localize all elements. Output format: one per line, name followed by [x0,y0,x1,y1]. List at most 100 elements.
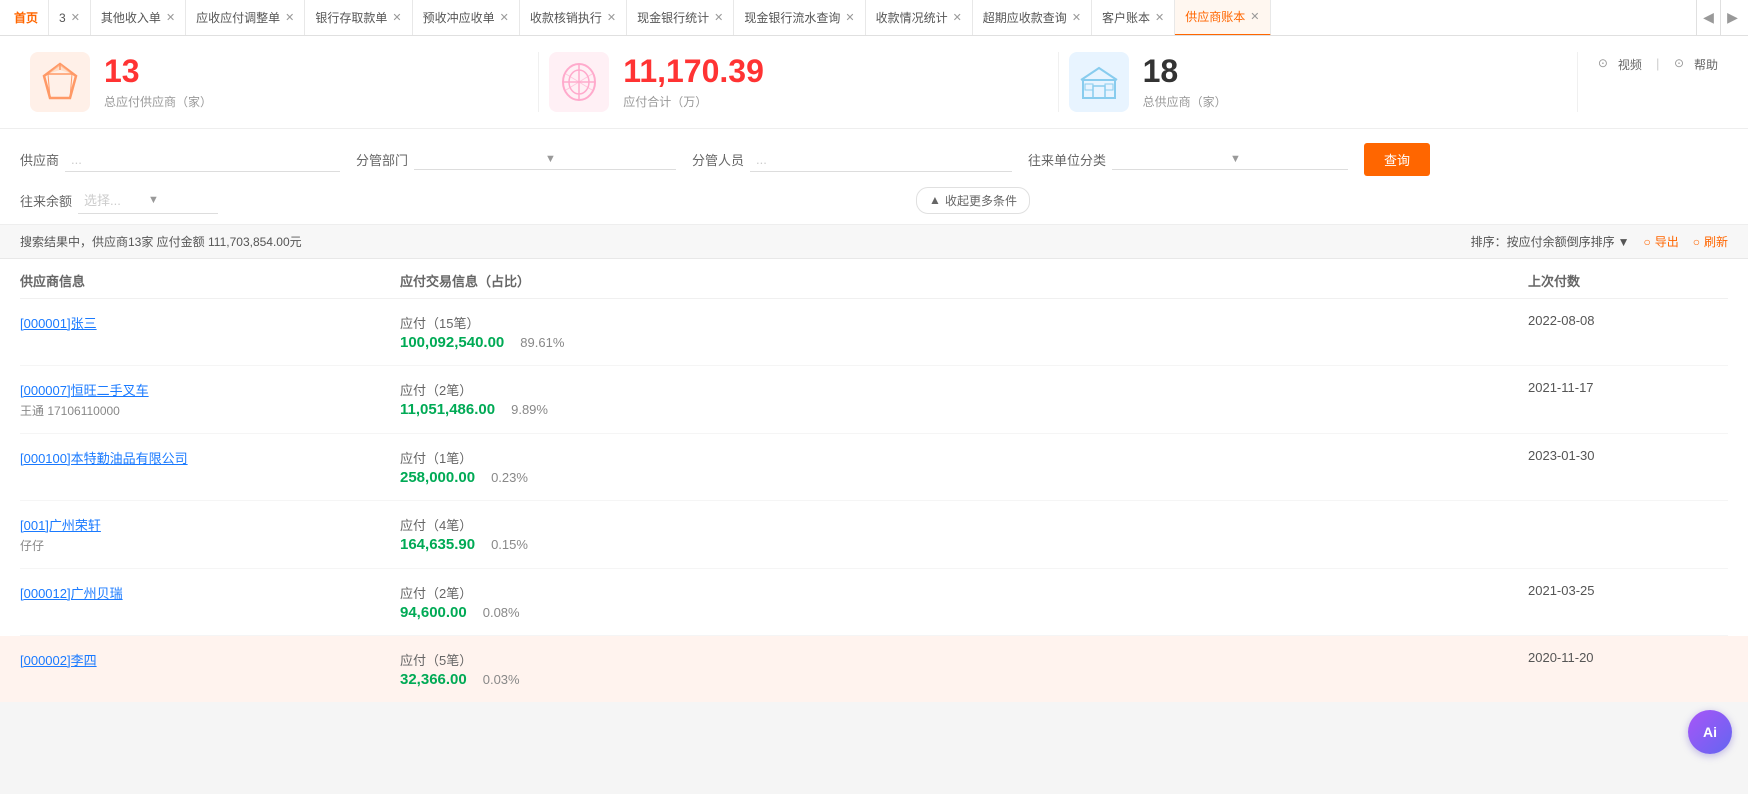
filter-dept: 分管部门 ▼ [356,149,676,170]
results-bar: 搜索结果中，供应商13家 应付金额 111,703,854.00元 排序：按应付… [0,225,1748,259]
close-receipt-stat[interactable]: ✕ [953,11,962,24]
sort-label: 排序：按应付余额倒序排序 [1471,233,1615,250]
nav-tab-cash-bank-stat[interactable]: 现金银行统计 ✕ [627,0,734,36]
nav-tab-3[interactable]: 3 ✕ [49,0,91,36]
supplier-sub-3: 仔仔 [20,537,400,554]
nav-tab-other-income[interactable]: 其他收入单 ✕ [91,0,186,36]
table-row: [000100]本特勤油品有限公司 应付（1笔） 258,000.00 0.23… [20,434,1728,501]
lastpay-1: 2021-11-17 [1528,380,1728,395]
supplier-name-0: [000001]张三 [20,313,400,332]
close-prepay-receive[interactable]: ✕ [500,11,509,24]
transaction-info-1: 应付（2笔） 11,051,486.00 9.89% [400,380,1528,418]
supplier-ledger-label: 供应商账本 [1185,8,1245,25]
nav-tab-supplier-ledger[interactable]: 供应商账本 ✕ [1175,0,1270,36]
supplier-name-1: [000007]恒旺二手叉车 [20,380,400,399]
close-other-income[interactable]: ✕ [166,11,175,24]
customer-ledger-label: 客户账本 [1102,9,1150,26]
nav-tab-ar-ap-adjust[interactable]: 应收应付调整单 ✕ [186,0,305,36]
export-icon: ○ [1643,235,1650,249]
close-overdue-ar[interactable]: ✕ [1072,11,1081,24]
supplier-info-3: [001]广州荣轩 仔仔 [20,515,400,554]
table-header: 供应商信息 应付交易信息（占比） 上次付数 [20,259,1728,299]
lastpay-2: 2023-01-30 [1528,448,1728,463]
nav-tab-home[interactable]: 首页 [4,0,49,36]
supplier-link-5[interactable]: [000002]李四 [20,653,97,668]
supplier-info-0: [000001]张三 [20,313,400,332]
nav-tab-cash-bank-flow[interactable]: 现金银行流水查询 ✕ [734,0,865,36]
other-income-label: 其他收入单 [101,9,161,26]
dept-select[interactable]: ▼ [414,149,676,170]
nav-tab-customer-ledger[interactable]: 客户账本 ✕ [1092,0,1175,36]
supplier-sub-1: 王通 17106110000 [20,402,400,419]
close-supplier-ledger[interactable]: ✕ [1250,10,1259,23]
sort-button[interactable]: 排序：按应付余额倒序排序 ▼ [1471,233,1630,250]
table-row: [000001]张三 应付（15笔） 100,092,540.00 89.61%… [20,299,1728,366]
nav-tab-receipt-verify[interactable]: 收款核销执行 ✕ [520,0,627,36]
supplier-name-3: [001]广州荣轩 [20,515,400,534]
stat3-label: 总供应商（家） [1143,93,1227,110]
overdue-ar-label: 超期应收款查询 [983,9,1067,26]
transaction-info-3: 应付（4笔） 164,635.90 0.15% [400,515,1528,553]
last-pay-date-1: 2021-11-17 [1528,380,1594,395]
help-link[interactable]: 帮助 [1694,56,1718,73]
balance-select[interactable]: 选择... ▼ [78,186,218,214]
category-filter-label: 往来单位分类 [1028,150,1106,169]
category-select[interactable]: ▼ [1112,149,1348,170]
top-right-links: ⊙ 视频 ｜ ⊙ 帮助 [1578,52,1728,112]
close-receipt-verify[interactable]: ✕ [607,11,616,24]
dept-chevron-icon: ▼ [545,153,670,165]
supplier-info-4: [000012]广州贝瑞 [20,583,400,602]
bank-deposit-label: 银行存取款单 [315,9,387,26]
trans-amount-0: 100,092,540.00 [400,334,504,351]
collapse-button[interactable]: ▲ 收起更多条件 [916,187,1030,214]
balance-select-placeholder: 选择... [84,190,148,209]
close-tab-3[interactable]: ✕ [71,11,80,24]
last-pay-date-4: 2021-03-25 [1528,583,1595,598]
cash-bank-flow-label: 现金银行流水查询 [744,9,840,26]
sort-area: 排序：按应付余额倒序排序 ▼ ○ 导出 ○ 刷新 [1471,233,1728,250]
close-customer-ledger[interactable]: ✕ [1155,11,1164,24]
nav-tab-overdue-ar[interactable]: 超期应收款查询 ✕ [973,0,1092,36]
nav-tab-prepay-receive[interactable]: 预收冲应收单 ✕ [413,0,520,36]
nav-left-arrow[interactable]: ◀ [1696,0,1720,36]
person-input[interactable] [750,148,1012,172]
video-link[interactable]: 视频 [1618,56,1642,73]
supplier-link-4[interactable]: [000012]广州贝瑞 [20,586,123,601]
receipt-verify-label: 收款核销执行 [530,9,602,26]
nav-tab-bank-deposit[interactable]: 银行存取款单 ✕ [305,0,412,36]
search-button[interactable]: 查询 [1364,143,1430,176]
close-cash-bank-stat[interactable]: ✕ [714,11,723,24]
table-row: [001]广州荣轩 仔仔 应付（4笔） 164,635.90 0.15% [20,501,1728,569]
table-row: [000002]李四 应付（5笔） 32,366.00 0.03% 2020-1… [0,636,1748,703]
supplier-link-0[interactable]: [000001]张三 [20,316,97,331]
nav-tab-receipt-stat[interactable]: 收款情况统计 ✕ [866,0,973,36]
balance-chevron-icon: ▼ [148,194,212,206]
trans-label-2: 应付（1笔） [400,448,1528,467]
close-bank-deposit[interactable]: ✕ [392,11,401,24]
nav-right-arrow[interactable]: ▶ [1720,0,1744,36]
supplier-filter-label: 供应商 [20,150,59,169]
filter-area: 供应商 分管部门 ▼ 分管人员 往来单位分类 ▼ [0,129,1748,225]
filter-row-1: 供应商 分管部门 ▼ 分管人员 往来单位分类 ▼ [20,143,1728,176]
supplier-info-1: [000007]恒旺二手叉车 王通 17106110000 [20,380,400,419]
trans-pct-4: 0.08% [483,605,520,620]
export-button[interactable]: ○ 导出 [1643,233,1678,250]
supplier-link-2[interactable]: [000100]本特勤油品有限公司 [20,451,188,466]
close-ar-ap-adjust[interactable]: ✕ [285,11,294,24]
transaction-info-2: 应付（1笔） 258,000.00 0.23% [400,448,1528,486]
supplier-link-1[interactable]: [000007]恒旺二手叉车 [20,383,149,398]
supplier-input[interactable] [65,148,340,172]
last-pay-date-5: 2020-11-20 [1528,650,1594,665]
filter-row-2: 往来余额 选择... ▼ ▲ 收起更多条件 [20,186,1728,214]
supplier-link-3[interactable]: [001]广州荣轩 [20,518,101,533]
ai-floating-button[interactable]: Ai [1688,710,1732,754]
close-cash-bank-flow[interactable]: ✕ [845,11,854,24]
stat2-info: 11,170.39 应付合计（万） [623,54,764,110]
refresh-button[interactable]: ○ 刷新 [1693,233,1728,250]
table-row: [000012]广州贝瑞 应付（2笔） 94,600.00 0.08% 2021… [20,569,1728,636]
col-header-supplier: 供应商信息 [20,271,400,290]
help-icon: ⊙ [1674,56,1684,70]
lastpay-0: 2022-08-08 [1528,313,1728,328]
stat1-number: 13 [104,54,212,89]
stat1-info: 13 总应付供应商（家） [104,54,212,110]
